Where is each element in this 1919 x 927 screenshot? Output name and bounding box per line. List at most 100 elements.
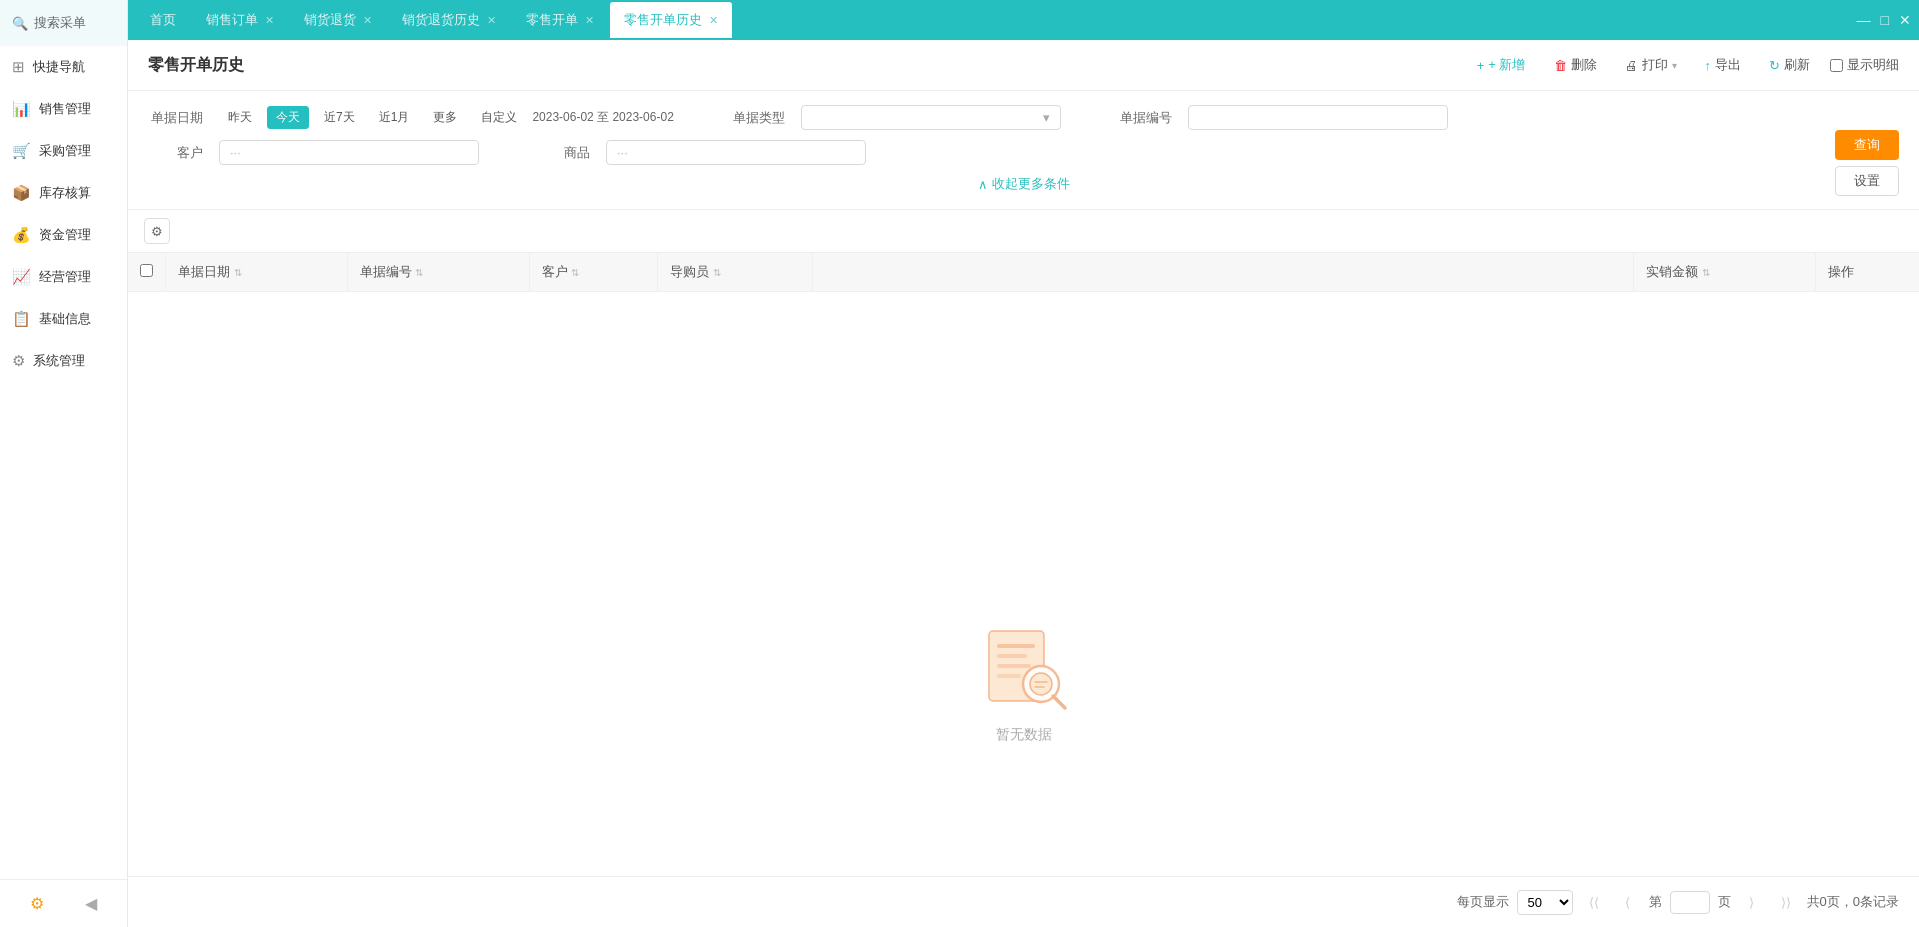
date-btn-more[interactable]: 更多 [424,106,466,129]
collapse-up-icon: ∧ [978,177,988,192]
pagination: 每页显示 50 10 20 100 ⟨⟨ ⟨ 第 1 页 ⟩ ⟩⟩ 共0页，0条… [128,876,1919,927]
collapse-sidebar-icon[interactable]: ◀ [85,894,97,913]
content-header: 零售开单历史 + + 新增 🗑 删除 🖨 打印 ▾ ↑ 导出 ↻ 刷新 [128,40,1919,91]
close-retail-open-history-icon[interactable]: ✕ [709,14,718,27]
table-header-row: 单据日期 ⇅ 单据编号 ⇅ 客户 ⇅ 导购员 ⇅ [128,253,1919,292]
refresh-icon: ↻ [1769,58,1780,73]
show-detail-label: 显示明细 [1847,56,1899,74]
doc-type-select[interactable]: ▾ [801,105,1061,130]
tab-home-label: 首页 [150,11,176,29]
svg-line-7 [1053,696,1065,708]
doc-type-dropdown-icon: ▾ [1043,110,1050,125]
close-button[interactable]: ✕ [1899,12,1911,28]
collapse-button[interactable]: ∧ 收起更多条件 [978,175,1070,193]
collapse-row: ∧ 收起更多条件 [148,175,1899,199]
tab-sales-order[interactable]: 销售订单 ✕ [192,2,288,38]
data-table: 单据日期 ⇅ 单据编号 ⇅ 客户 ⇅ 导购员 ⇅ [128,253,1919,292]
empty-text: 暂无数据 [996,726,1052,744]
inventory-icon: 📦 [12,184,31,202]
export-icon: ↑ [1705,58,1712,73]
date-btn-7days[interactable]: 近7天 [315,106,364,129]
show-detail-input[interactable] [1830,59,1843,72]
sidebar-item-sys-mgmt[interactable]: ⚙ 系统管理 [0,340,127,382]
sidebar-item-purchase-mgmt[interactable]: 🛒 采购管理 [0,130,127,172]
sidebar-item-quick-nav[interactable]: ⊞ 快捷导航 [0,46,127,88]
sidebar-item-sales-mgmt[interactable]: 📊 销售管理 [0,88,127,130]
svg-rect-1 [997,644,1035,648]
empty-illustration [969,616,1079,726]
main-content: 首页 销售订单 ✕ 销货退货 ✕ 销货退货历史 ✕ 零售开单 ✕ 零售开单历史 … [128,0,1919,927]
th-salesperson: 导购员 ⇅ [658,253,813,292]
table-settings-button[interactable]: ⚙ [144,218,170,244]
page-title: 零售开单历史 [148,55,244,76]
tab-sales-order-label: 销售订单 [206,11,258,29]
settings-footer-icon[interactable]: ⚙ [30,894,44,913]
date-btn-today[interactable]: 今天 [267,106,309,129]
tab-sales-return-history-label: 销货退货历史 [402,11,480,29]
query-set-buttons: 查询 设置 [1835,130,1899,196]
sidebar-item-base-info[interactable]: 📋 基础信息 [0,298,127,340]
doc-type-label: 单据类型 [730,109,785,127]
date-btn-1month[interactable]: 近1月 [370,106,419,129]
tab-sales-return-history[interactable]: 销货退货历史 ✕ [388,2,510,38]
goods-label: 商品 [535,144,590,162]
toolbar: + + 新增 🗑 删除 🖨 打印 ▾ ↑ 导出 ↻ 刷新 显示 [1469,52,1899,78]
sidebar-item-inventory[interactable]: 📦 库存核算 [0,172,127,214]
set-button[interactable]: 设置 [1835,166,1899,196]
select-all-checkbox[interactable] [140,264,153,277]
th-customer: 客户 ⇅ [529,253,657,292]
minimize-button[interactable]: — [1857,12,1871,28]
customer-sort-icon[interactable]: ⇅ [571,267,579,278]
query-button[interactable]: 查询 [1835,130,1899,160]
salesperson-sort-icon[interactable]: ⇅ [713,267,721,278]
th-spacer [813,253,1634,292]
settings-gear-icon: ⚙ [151,224,163,239]
collapse-label: 收起更多条件 [992,175,1070,193]
amount-sort-icon[interactable]: ⇅ [1702,267,1710,278]
print-dropdown-icon: ▾ [1672,60,1677,71]
close-sales-order-icon[interactable]: ✕ [265,14,274,27]
window-controls: — □ ✕ [1857,12,1911,28]
sidebar-search[interactable]: 🔍 搜索采单 [0,0,127,46]
number-sort-icon[interactable]: ⇅ [415,267,423,278]
export-button[interactable]: ↑ 导出 [1697,52,1750,78]
maximize-button[interactable]: □ [1881,12,1889,28]
sidebar-search-label: 搜索采单 [34,14,86,32]
sales-icon: 📊 [12,100,31,118]
next-page-button[interactable]: ⟩ [1739,889,1765,915]
goods-input[interactable]: ··· [606,140,866,165]
sidebar-item-finance[interactable]: 💰 资金管理 [0,214,127,256]
tab-home[interactable]: 首页 [136,2,190,38]
delete-label: 删除 [1571,56,1597,74]
prev-page-button[interactable]: ⟨ [1615,889,1641,915]
tab-retail-open-history[interactable]: 零售开单历史 ✕ [610,2,732,38]
date-btn-custom[interactable]: 自定义 [472,106,526,129]
last-page-button[interactable]: ⟩⟩ [1773,889,1799,915]
total-label: 共0页，0条记录 [1807,893,1899,911]
tab-sales-return[interactable]: 销货退货 ✕ [290,2,386,38]
customer-input[interactable]: ··· [219,140,479,165]
date-sort-icon[interactable]: ⇅ [234,267,242,278]
print-button[interactable]: 🖨 打印 ▾ [1617,52,1685,78]
show-detail-checkbox[interactable]: 显示明细 [1830,56,1899,74]
table-container: 单据日期 ⇅ 单据编号 ⇅ 客户 ⇅ 导购员 ⇅ [128,253,1919,485]
close-retail-open-icon[interactable]: ✕ [585,14,594,27]
per-page-select[interactable]: 50 10 20 100 [1517,890,1573,915]
th-number: 单据编号 ⇅ [347,253,529,292]
doc-num-input[interactable] [1188,105,1448,130]
page-number-input[interactable]: 1 [1670,891,1710,914]
sidebar-item-label: 销售管理 [39,100,91,118]
th-amount: 实销金额 ⇅ [1634,253,1816,292]
first-page-button[interactable]: ⟨⟨ [1581,889,1607,915]
page-label-after: 页 [1718,893,1731,911]
close-sales-return-icon[interactable]: ✕ [363,14,372,27]
refresh-button[interactable]: ↻ 刷新 [1761,52,1818,78]
sidebar-item-label: 库存核算 [39,184,91,202]
refresh-label: 刷新 [1784,56,1810,74]
date-btn-yesterday[interactable]: 昨天 [219,106,261,129]
sidebar-item-business[interactable]: 📈 经营管理 [0,256,127,298]
delete-button[interactable]: 🗑 删除 [1546,52,1605,78]
close-sales-return-history-icon[interactable]: ✕ [487,14,496,27]
tab-retail-open[interactable]: 零售开单 ✕ [512,2,608,38]
add-button[interactable]: + + 新增 [1469,52,1534,78]
